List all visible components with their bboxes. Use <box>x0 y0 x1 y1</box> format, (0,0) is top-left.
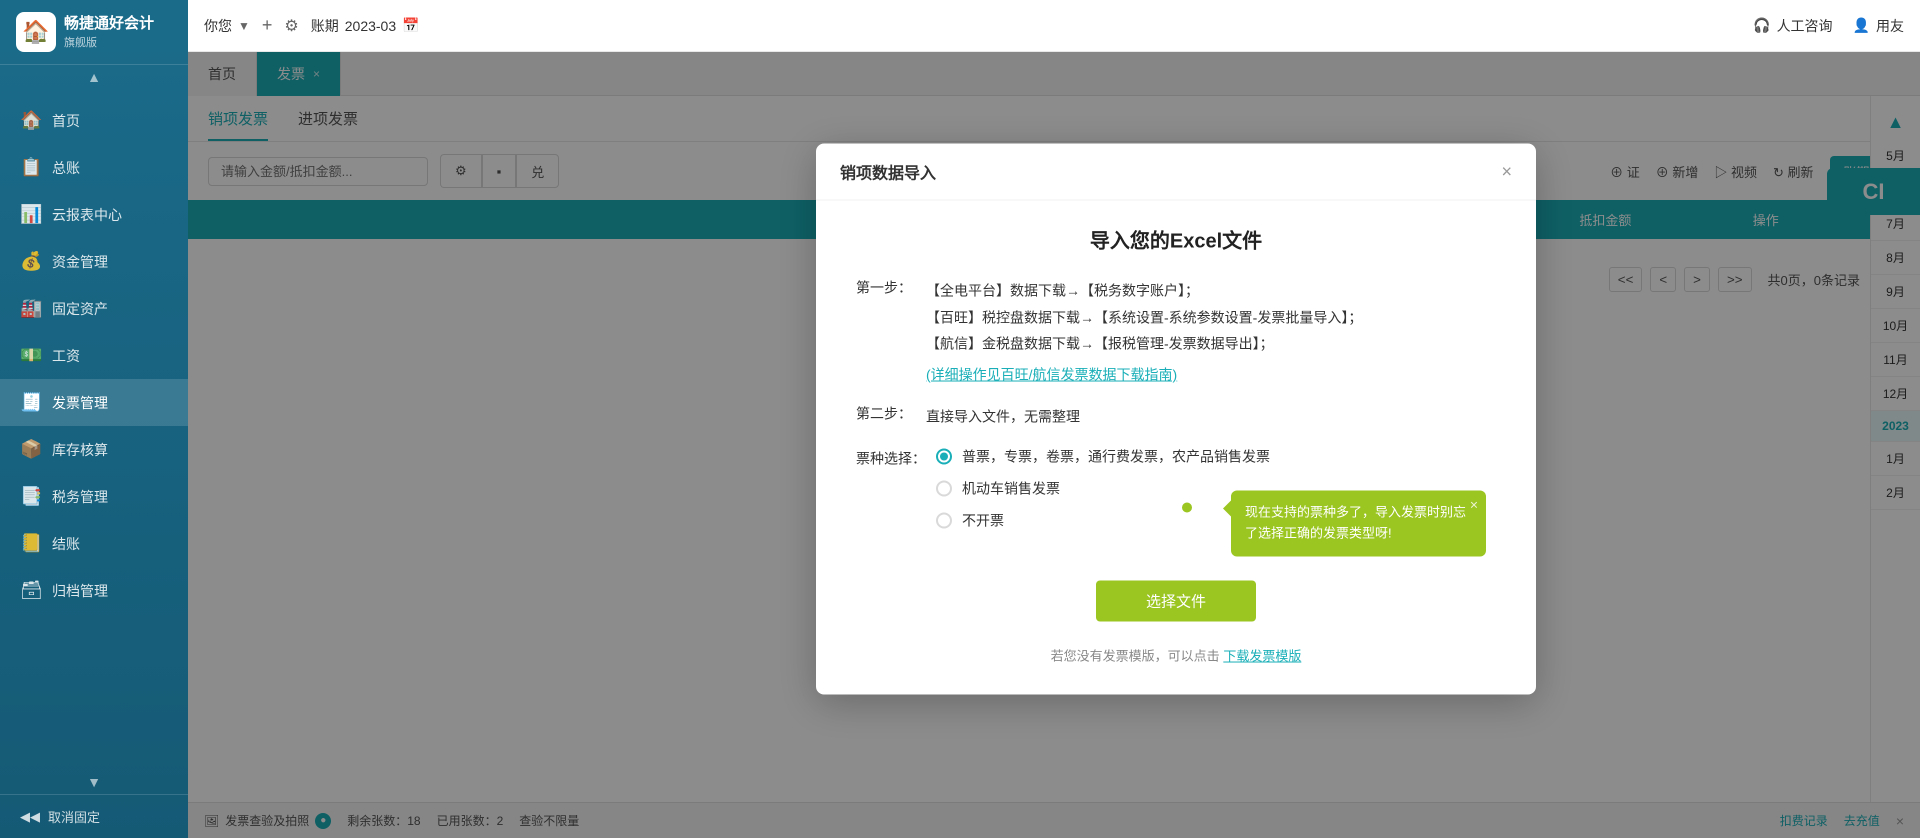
radio-motor-label: 机动车销售发票 <box>962 478 1060 498</box>
sidebar-item-home[interactable]: 🏠 首页 <box>0 97 188 144</box>
modal-title: 销项数据导入 <box>840 160 936 184</box>
sidebar-item-ledger[interactable]: 📋 总账 <box>0 144 188 191</box>
logo-text-block: 畅捷通好会计 旗舰版 <box>64 14 154 50</box>
calendar-icon: 📅 <box>402 17 419 34</box>
sidebar-item-archive[interactable]: 🗃 归档管理 <box>0 567 188 614</box>
sidebar-label-home: 首页 <box>52 111 80 131</box>
sidebar-item-reports[interactable]: 📊 云报表中心 <box>0 191 188 238</box>
modal-header: 销项数据导入 × <box>816 144 1536 201</box>
sidebar-item-closing[interactable]: 📒 结账 <box>0 520 188 567</box>
radio-normal-label: 普票，专票，卷票，通行费发票，农产品销售发票 <box>962 446 1270 466</box>
sidebar-label-closing: 结账 <box>52 534 80 554</box>
user-menu[interactable]: 👤 用友 <box>1853 16 1904 36</box>
sidebar-scroll-down[interactable]: ▼ <box>0 770 188 794</box>
assets-icon: 🏭 <box>20 298 42 319</box>
import-modal: 销项数据导入 × 导入您的Excel文件 第一步： 【全电平台】数据下载→【税务… <box>816 144 1536 695</box>
radio-noticket[interactable]: 不开票 <box>936 510 1270 530</box>
sidebar-item-funds[interactable]: 💰 资金管理 <box>0 238 188 285</box>
archive-icon: 🗃 <box>20 580 42 601</box>
sidebar-label-assets: 固定资产 <box>52 299 108 319</box>
sidebar-item-invoice[interactable]: 🧾 发票管理 <box>0 379 188 426</box>
consult-button[interactable]: 🎧 人工咨询 <box>1753 16 1832 36</box>
sidebar-label-reports: 云报表中心 <box>52 205 122 225</box>
sidebar-item-tax[interactable]: 📑 税务管理 <box>0 473 188 520</box>
reports-icon: 📊 <box>20 204 42 225</box>
unpin-label: 取消固定 <box>48 807 100 826</box>
tooltip-text: 现在支持的票种多了，导入发票时别忘了选择正确的发票类型呀! <box>1245 504 1466 540</box>
funds-icon: 💰 <box>20 251 42 272</box>
step1-guide-link[interactable]: (详细操作见百旺/航信发票数据下载指南) <box>926 366 1177 382</box>
radio-noticket-btn[interactable] <box>936 512 952 528</box>
sidebar-item-assets[interactable]: 🏭 固定资产 <box>0 285 188 332</box>
modal-footer: 若您没有发票模版，可以点击 下载发票模版 <box>856 645 1496 664</box>
user-label: 用友 <box>1876 16 1904 36</box>
user-icon: 👤 <box>1853 17 1870 34</box>
step2-label: 第二步： <box>856 404 926 431</box>
step2-content: 直接导入文件，无需整理 <box>926 404 1080 431</box>
step1-content: 【全电平台】数据下载→【税务数字账户】； 【百旺】税控盘数据下载→【系统设置-系… <box>926 278 1362 388</box>
sidebar-label-funds: 资金管理 <box>52 252 108 272</box>
sidebar-label-invoice: 发票管理 <box>52 393 108 413</box>
company-arrow-icon: ▼ <box>238 19 250 33</box>
radio-normal-btn[interactable] <box>936 448 952 464</box>
ticket-selection: 票种选择： 普票，专票，卷票，通行费发票，农产品销售发票 机动车销售发票 × 现… <box>856 446 1496 556</box>
app-sub: 旗舰版 <box>64 34 154 50</box>
radio-group: 普票，专票，卷票，通行费发票，农产品销售发票 机动车销售发票 × 现在支持的票种… <box>936 446 1270 542</box>
app-title: 畅捷通好会计 <box>64 14 154 34</box>
radio-motor[interactable]: 机动车销售发票 × 现在支持的票种多了，导入发票时别忘了选择正确的发票类型呀! <box>936 478 1270 498</box>
add-tab-button[interactable]: + <box>262 15 273 36</box>
headset-icon: 🎧 <box>1753 17 1770 34</box>
sidebar-scroll-up[interactable]: ▲ <box>0 65 188 89</box>
closing-icon: 📒 <box>20 533 42 554</box>
step1-label: 第一步： <box>856 278 926 388</box>
sidebar-item-salary[interactable]: 💵 工资 <box>0 332 188 379</box>
sidebar-logo: 🏠 畅捷通好会计 旗舰版 <box>0 0 188 65</box>
modal-body: 导入您的Excel文件 第一步： 【全电平台】数据下载→【税务数字账户】； 【百… <box>816 201 1536 695</box>
radio-noticket-label: 不开票 <box>962 510 1004 530</box>
sidebar-label-archive: 归档管理 <box>52 581 108 601</box>
topbar-right: 🎧 人工咨询 👤 用友 <box>1753 16 1904 36</box>
step1-line1: 【全电平台】数据下载→【税务数字账户】； <box>926 278 1362 305</box>
footer-text: 若您没有发票模版，可以点击 <box>1051 648 1220 663</box>
period-label: 账期 <box>311 16 339 36</box>
invoice-icon: 🧾 <box>20 392 42 413</box>
unpin-icon: ◀◀ <box>20 809 40 825</box>
step1-line3: 【航信】金税盘数据下载→【报税管理-发票数据导出】； <box>926 331 1362 358</box>
period-value: 2023-03 <box>345 18 396 34</box>
sidebar-label-salary: 工资 <box>52 346 80 366</box>
sidebar-label-tax: 税务管理 <box>52 487 108 507</box>
ledger-icon: 📋 <box>20 157 42 178</box>
tooltip-close-button[interactable]: × <box>1470 496 1478 512</box>
tooltip-dot <box>1182 502 1192 512</box>
ticket-label: 票种选择： <box>856 446 936 468</box>
period-selector[interactable]: 账期 2023-03 📅 <box>311 16 420 36</box>
radio-motor-btn[interactable] <box>936 480 952 496</box>
company-selector[interactable]: 你您 ▼ <box>204 16 250 36</box>
topbar: 你您 ▼ + ⚙ 账期 2023-03 📅 🎧 人工咨询 👤 用友 <box>188 0 1920 52</box>
sidebar: 🏠 畅捷通好会计 旗舰版 ▲ 🏠 首页 📋 总账 📊 云报表中心 💰 资金管理 … <box>0 0 188 838</box>
step2-row: 第二步： 直接导入文件，无需整理 <box>856 404 1496 431</box>
logo-icon: 🏠 <box>16 12 56 52</box>
step2-text: 直接导入文件，无需整理 <box>926 409 1080 425</box>
sidebar-item-inventory[interactable]: 📦 库存核算 <box>0 426 188 473</box>
home-icon: 🏠 <box>20 110 42 131</box>
modal-main-title: 导入您的Excel文件 <box>856 225 1496 254</box>
sidebar-unpin[interactable]: ◀◀ 取消固定 <box>0 794 188 838</box>
sidebar-label-inventory: 库存核算 <box>52 440 108 460</box>
settings-icon[interactable]: ⚙ <box>284 16 298 36</box>
step1-line2: 【百旺】税控盘数据下载→【系统设置-系统参数设置-发票批量导入】； <box>926 304 1362 331</box>
company-name: 你您 <box>204 16 232 36</box>
download-template-link[interactable]: 下载发票模版 <box>1223 648 1301 663</box>
salary-icon: 💵 <box>20 345 42 366</box>
step1-row: 第一步： 【全电平台】数据下载→【税务数字账户】； 【百旺】税控盘数据下载→【系… <box>856 278 1496 388</box>
sidebar-nav: 🏠 首页 📋 总账 📊 云报表中心 💰 资金管理 🏭 固定资产 💵 工资 🧾 发… <box>0 89 188 770</box>
tooltip-bubble: × 现在支持的票种多了，导入发票时别忘了选择正确的发票类型呀! <box>1231 490 1486 556</box>
tax-icon: 📑 <box>20 486 42 507</box>
consult-label: 人工咨询 <box>1777 16 1833 36</box>
modal-close-button[interactable]: × <box>1501 161 1512 182</box>
inventory-icon: 📦 <box>20 439 42 460</box>
sidebar-label-ledger: 总账 <box>52 158 80 178</box>
select-file-button[interactable]: 选择文件 <box>1096 580 1256 621</box>
radio-normal[interactable]: 普票，专票，卷票，通行费发票，农产品销售发票 <box>936 446 1270 466</box>
